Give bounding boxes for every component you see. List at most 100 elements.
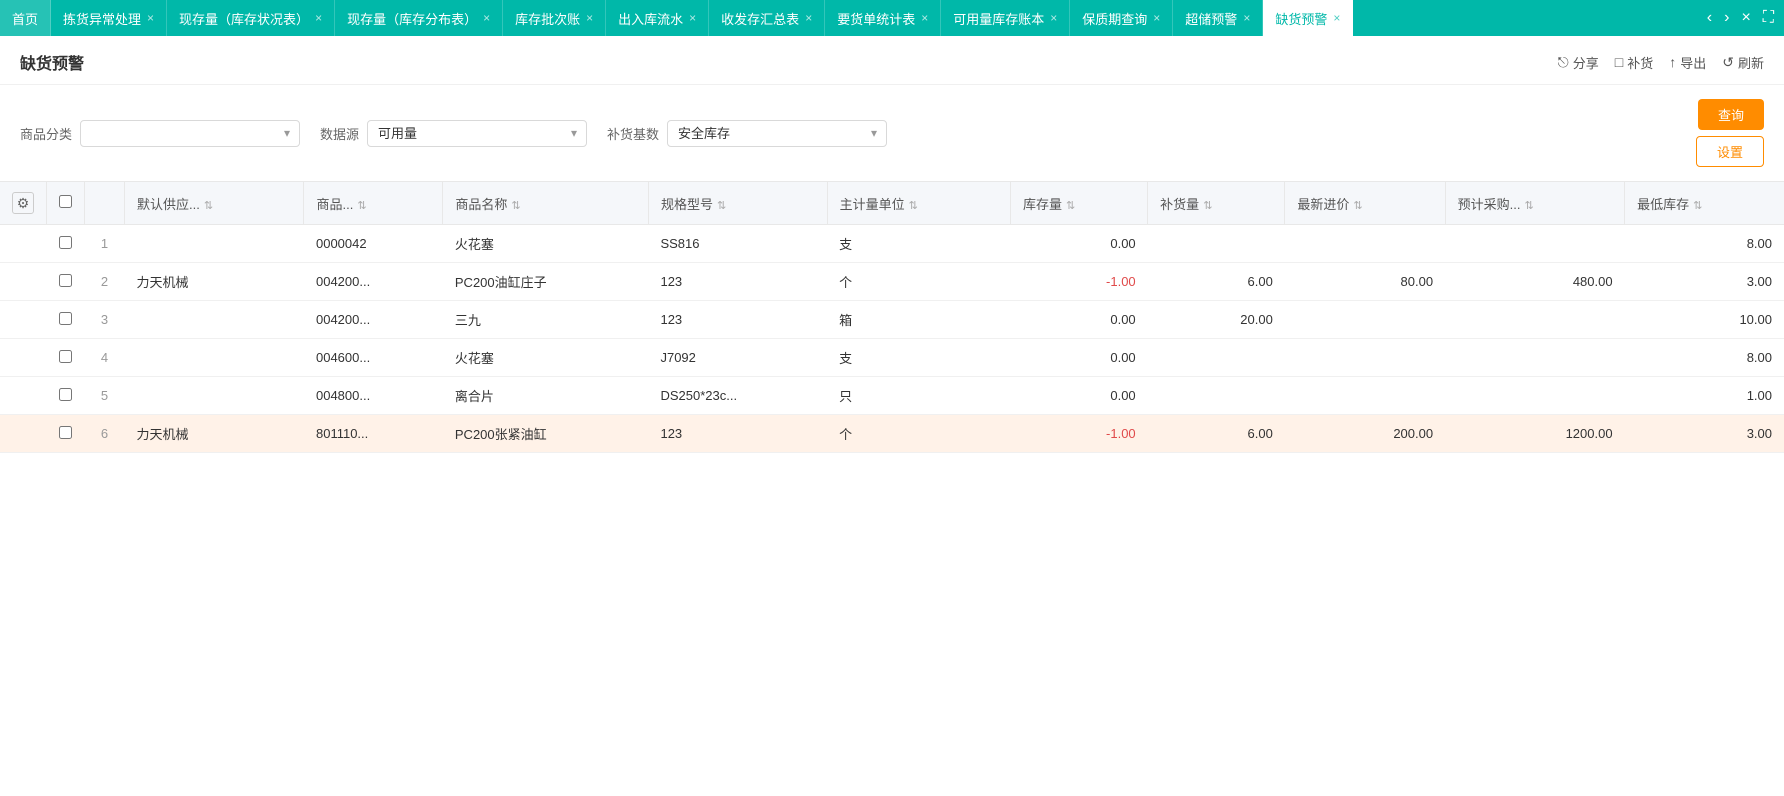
page-header: 缺货预警 ⎋ 分享 □ 补货 ↑ 导出 ↺ 刷新	[0, 36, 1784, 85]
td-est-purchase: 480.00	[1445, 263, 1624, 301]
nav-tab-home[interactable]: 首页	[0, 0, 51, 36]
th-min-stock[interactable]: 最低库存⇅	[1625, 182, 1784, 225]
datasource-select-wrapper: 可用量 库存量	[367, 120, 587, 147]
nav-tab-close-abnormal[interactable]: ×	[147, 11, 154, 25]
td-supplier: 力天机械	[125, 415, 304, 453]
td-spec: DS250*23c...	[648, 377, 827, 415]
nav-tab-close-recv-summary[interactable]: ×	[805, 11, 812, 25]
td-spec: J7092	[648, 339, 827, 377]
td-replenish-qty: 20.00	[1148, 301, 1285, 339]
datasource-label: 数据源	[320, 124, 359, 143]
td-unit: 个	[827, 263, 1010, 301]
th-replenish-qty[interactable]: 补货量⇅	[1148, 182, 1285, 225]
td-min-stock: 10.00	[1625, 301, 1784, 339]
nav-tab-batch-account[interactable]: 库存批次账×	[503, 0, 606, 36]
td-product-code: 004200...	[304, 301, 443, 339]
nav-bar: 首页拣货异常处理×现存量（库存状况表）×现存量（库存分布表）×库存批次账×出入库…	[0, 0, 1784, 36]
table-wrapper: ⚙ 默认供应...⇅ 商品...⇅ 商品名称⇅ 规格型号⇅ 主计量单位⇅ 库存量…	[0, 181, 1784, 453]
td-unit: 箱	[827, 301, 1010, 339]
nav-tab-close-inventory-dist[interactable]: ×	[483, 11, 490, 25]
th-est-purchase[interactable]: 预计采购...⇅	[1445, 182, 1624, 225]
row-checkbox[interactable]	[59, 236, 72, 249]
column-settings-icon[interactable]: ⚙	[12, 192, 34, 214]
td-latest-price	[1285, 301, 1445, 339]
td-product-name: 火花塞	[443, 225, 649, 263]
td-check	[47, 263, 85, 301]
td-stock-qty: 0.00	[1011, 301, 1148, 339]
nav-next-btn[interactable]: ›	[1718, 0, 1735, 36]
td-replenish-qty	[1148, 225, 1285, 263]
th-product-name[interactable]: 商品名称⇅	[443, 182, 649, 225]
row-checkbox[interactable]	[59, 312, 72, 325]
td-min-stock: 3.00	[1625, 263, 1784, 301]
th-settings[interactable]: ⚙	[0, 182, 47, 225]
replenish-button[interactable]: □ 补货	[1615, 53, 1653, 72]
row-checkbox[interactable]	[59, 350, 72, 363]
th-unit[interactable]: 主计量单位⇅	[827, 182, 1010, 225]
td-latest-price	[1285, 339, 1445, 377]
filter-actions: 查询 设置	[1696, 99, 1764, 167]
export-icon: ↑	[1669, 54, 1676, 70]
select-all-checkbox[interactable]	[59, 195, 72, 208]
td-est-purchase	[1445, 301, 1624, 339]
td-replenish-qty: 6.00	[1148, 263, 1285, 301]
td-spec: 123	[648, 263, 827, 301]
nav-tab-inventory-status[interactable]: 现存量（库存状况表）×	[167, 0, 335, 36]
th-default-supplier[interactable]: 默认供应...⇅	[125, 182, 304, 225]
nav-tab-close-overstock[interactable]: ×	[1243, 11, 1250, 25]
refresh-label: 刷新	[1738, 53, 1764, 72]
td-settings	[0, 377, 47, 415]
td-settings	[0, 225, 47, 263]
nav-tab-close-avail-ledger[interactable]: ×	[1050, 11, 1057, 25]
nav-tab-close-inout-flow[interactable]: ×	[689, 11, 696, 25]
nav-prev-btn[interactable]: ‹	[1701, 0, 1718, 36]
nav-fullscreen-btn[interactable]: ⛶	[1757, 0, 1780, 36]
td-unit: 支	[827, 225, 1010, 263]
category-select[interactable]	[80, 120, 300, 147]
td-spec: SS816	[648, 225, 827, 263]
nav-tab-close-shortage[interactable]: ×	[1333, 11, 1340, 25]
share-button[interactable]: ⎋ 分享	[1558, 53, 1599, 72]
nav-tab-expiry[interactable]: 保质期查询×	[1070, 0, 1173, 36]
table-row: 6力天机械801110...PC200张紧油缸123个-1.006.00200.…	[0, 415, 1784, 453]
row-checkbox[interactable]	[59, 388, 72, 401]
td-product-code: 004600...	[304, 339, 443, 377]
replenish-base-select-wrapper: 安全库存 最低库存	[667, 120, 887, 147]
export-button[interactable]: ↑ 导出	[1669, 53, 1706, 72]
refresh-button[interactable]: ↺ 刷新	[1722, 53, 1764, 72]
th-latest-price[interactable]: 最新进价⇅	[1285, 182, 1445, 225]
datasource-select[interactable]: 可用量 库存量	[367, 120, 587, 147]
settings-button[interactable]: 设置	[1696, 136, 1764, 167]
th-spec[interactable]: 规格型号⇅	[648, 182, 827, 225]
nav-tab-avail-ledger[interactable]: 可用量库存账本×	[941, 0, 1070, 36]
td-spec: 123	[648, 301, 827, 339]
nav-tab-abnormal[interactable]: 拣货异常处理×	[51, 0, 167, 36]
td-supplier	[125, 225, 304, 263]
nav-tab-close-expiry[interactable]: ×	[1153, 11, 1160, 25]
th-check[interactable]	[47, 182, 85, 225]
th-product-code[interactable]: 商品...⇅	[304, 182, 443, 225]
nav-tab-inout-flow[interactable]: 出入库流水×	[606, 0, 709, 36]
nav-tab-close-inventory-status[interactable]: ×	[315, 11, 322, 25]
nav-tab-overstock[interactable]: 超储预警×	[1173, 0, 1263, 36]
nav-tab-order-stat[interactable]: 要货单统计表×	[825, 0, 941, 36]
td-stock-qty: -1.00	[1011, 415, 1148, 453]
td-supplier	[125, 377, 304, 415]
td-supplier: 力天机械	[125, 263, 304, 301]
nav-tab-close-order-stat[interactable]: ×	[921, 11, 928, 25]
query-button[interactable]: 查询	[1698, 99, 1764, 130]
nav-close-btn[interactable]: ×	[1735, 0, 1756, 36]
replenish-base-select[interactable]: 安全库存 最低库存	[667, 120, 887, 147]
table-row: 4004600...火花塞J7092支0.008.00	[0, 339, 1784, 377]
nav-tab-recv-summary[interactable]: 收发存汇总表×	[709, 0, 825, 36]
table-header-row: ⚙ 默认供应...⇅ 商品...⇅ 商品名称⇅ 规格型号⇅ 主计量单位⇅ 库存量…	[0, 182, 1784, 225]
nav-tab-close-batch-account[interactable]: ×	[586, 11, 593, 25]
row-checkbox[interactable]	[59, 426, 72, 439]
nav-tab-shortage[interactable]: 缺货预警×	[1263, 0, 1353, 36]
nav-tab-inventory-dist[interactable]: 现存量（库存分布表）×	[335, 0, 503, 36]
td-unit: 只	[827, 377, 1010, 415]
replenish-base-label: 补货基数	[607, 124, 659, 143]
table-row: 5004800...离合片DS250*23c...只0.001.00	[0, 377, 1784, 415]
row-checkbox[interactable]	[59, 274, 72, 287]
th-stock-qty[interactable]: 库存量⇅	[1011, 182, 1148, 225]
